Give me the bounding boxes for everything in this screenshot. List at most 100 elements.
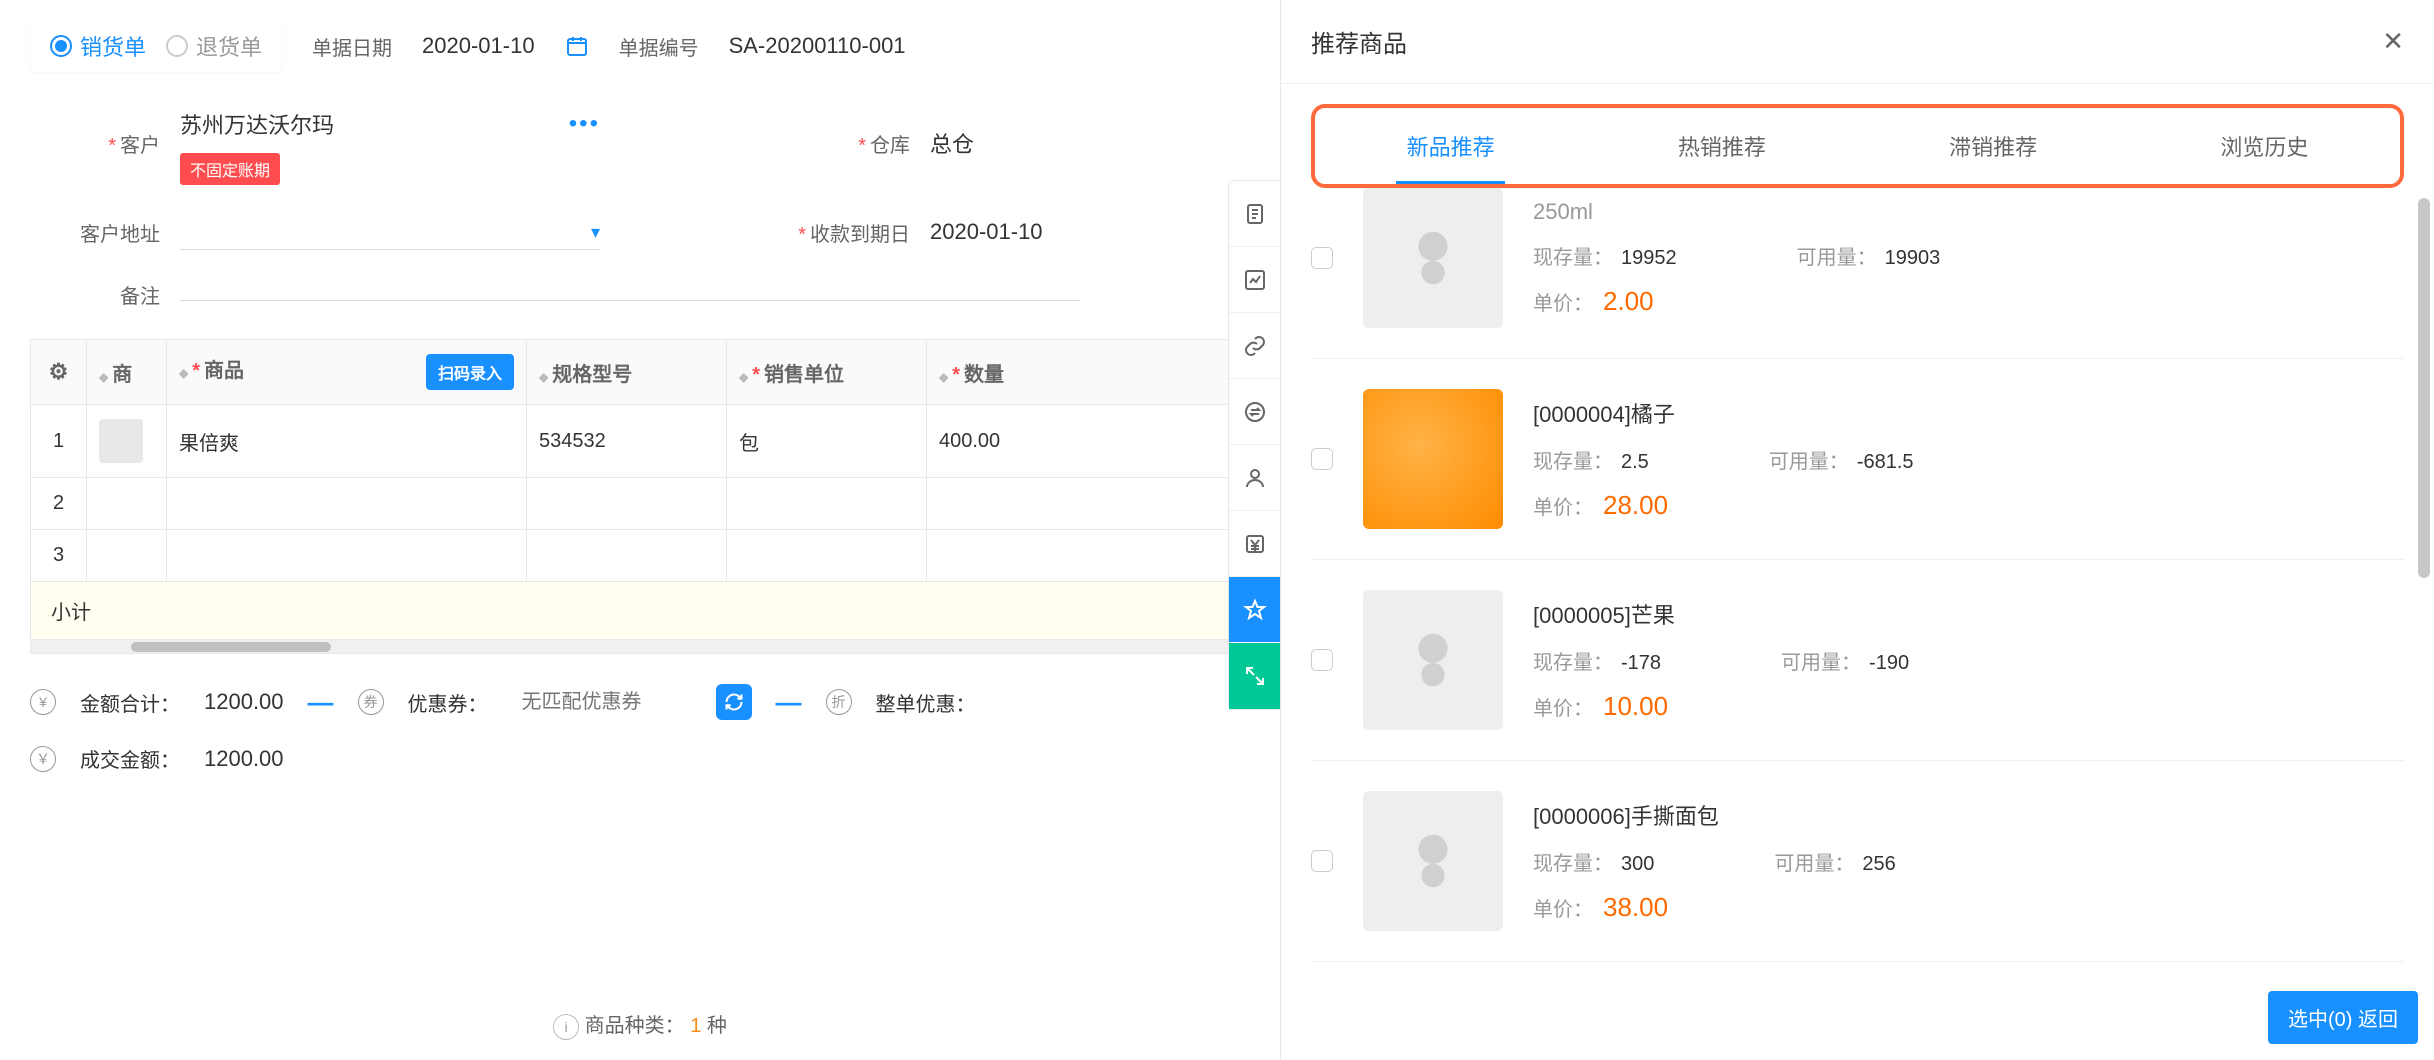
price-label: 单价： (1533, 497, 1593, 519)
price-value: 10.00 (1603, 691, 1668, 721)
row-spec[interactable] (527, 530, 727, 582)
col-unit[interactable]: ◆*销售单位 (727, 340, 927, 405)
row-qty[interactable]: 400.00 (927, 405, 1250, 478)
row-product[interactable]: 果倍爽 (167, 405, 527, 478)
discount-label: 整单优惠： (876, 688, 976, 717)
row-unit[interactable] (727, 478, 927, 530)
tab-hot-products[interactable]: 热销推荐 (1586, 116, 1857, 176)
item-name: 250ml (1533, 199, 2404, 225)
row-unit[interactable]: 包 (727, 405, 927, 478)
rail-link-icon[interactable] (1229, 313, 1281, 379)
address-input[interactable]: ▾ (180, 216, 600, 250)
item-image (1363, 791, 1503, 931)
row-qty[interactable] (927, 478, 1250, 530)
avail-value: -681.5 (1857, 451, 1914, 473)
stock-value: -178 (1621, 652, 1661, 674)
rail-expand-icon[interactable] (1229, 643, 1281, 709)
rail-currency-icon[interactable] (1229, 511, 1281, 577)
customer-label: *客户 (30, 129, 160, 158)
avail-value: -190 (1869, 652, 1909, 674)
rail-doc-icon[interactable] (1229, 181, 1281, 247)
col-spec[interactable]: ◆规格型号 (527, 340, 727, 405)
table-row[interactable]: 3 (31, 530, 1250, 582)
table-row[interactable]: 1 果倍爽534532包400.00 (31, 405, 1250, 478)
price-value: 28.00 (1603, 490, 1668, 520)
remark-input[interactable] (180, 288, 1080, 301)
col-gear[interactable]: ⚙ (31, 340, 87, 405)
radio-checked-icon (50, 35, 72, 57)
side-icon-rail (1228, 180, 1282, 710)
tab-history[interactable]: 浏览历史 (2129, 116, 2400, 176)
address-label: 客户地址 (30, 218, 160, 247)
close-icon[interactable]: ✕ (2382, 26, 2404, 57)
customer-value: 苏州万达沃尔玛 (180, 108, 334, 140)
return-order-radio[interactable]: 退货单 (166, 30, 262, 62)
row-index: 2 (31, 478, 87, 530)
warehouse-value: 总仓 (930, 127, 974, 159)
calendar-icon[interactable] (565, 34, 589, 58)
rail-star-icon[interactable] (1229, 577, 1281, 643)
item-checkbox[interactable] (1311, 448, 1333, 470)
horizontal-scrollbar[interactable] (30, 640, 1250, 654)
col-qty[interactable]: ◆*数量 (927, 340, 1250, 405)
row-index: 3 (31, 530, 87, 582)
final-amount-value: 1200.00 (204, 746, 284, 772)
customer-lookup-icon[interactable]: ••• (569, 110, 600, 138)
recommend-item: [0000006]手撕面包现存量：300可用量：256单价：38.00 (1311, 761, 2404, 962)
coupon-icon: 券 (358, 689, 384, 715)
chevron-down-icon[interactable]: ▾ (591, 222, 600, 243)
item-name: [0000004]橘子 (1533, 397, 2404, 429)
due-date-value: 2020-01-10 (930, 219, 1043, 245)
due-date-input[interactable]: 2020-01-10 (930, 213, 1250, 252)
line-items-table: ⚙ ◆商 ◆*商品扫码录入 ◆规格型号 ◆*销售单位 ◆*数量 1 果倍爽5345… (30, 339, 1250, 640)
rail-user-icon[interactable] (1229, 445, 1281, 511)
sales-order-radio[interactable]: 销货单 (50, 30, 146, 62)
stock-value: 300 (1621, 853, 1654, 875)
stock-label: 现存量： (1533, 247, 1613, 269)
warehouse-input[interactable]: 总仓 (930, 121, 1250, 166)
col-thumb[interactable]: ◆商 (87, 340, 167, 405)
refresh-coupon-button[interactable] (716, 684, 752, 720)
item-image (1363, 389, 1503, 529)
footer-summary: i 商品种类： 1 种 (0, 1009, 1280, 1040)
row-product[interactable] (167, 478, 527, 530)
selected-return-button[interactable]: 选中(0) 返回 (2268, 991, 2418, 1044)
price-label: 单价： (1533, 899, 1593, 921)
scan-input-button[interactable]: 扫码录入 (426, 354, 514, 390)
rail-chart-icon[interactable] (1229, 247, 1281, 313)
item-image (1363, 590, 1503, 730)
row-spec[interactable]: 534532 (527, 405, 727, 478)
row-unit[interactable] (727, 530, 927, 582)
return-order-label: 退货单 (196, 30, 262, 62)
item-checkbox[interactable] (1311, 850, 1333, 872)
minus-icon: — (308, 687, 334, 718)
coupon-label: 优惠券： (408, 688, 488, 717)
avail-label: 可用量： (1769, 451, 1849, 473)
customer-tag: 不固定账期 (180, 153, 280, 185)
sales-order-label: 销货单 (80, 30, 146, 62)
row-product[interactable] (167, 530, 527, 582)
row-spec[interactable] (527, 478, 727, 530)
row-thumb (87, 478, 167, 530)
item-checkbox[interactable] (1311, 247, 1333, 269)
row-thumb (87, 405, 167, 478)
stock-label: 现存量： (1533, 853, 1613, 875)
stock-label: 现存量： (1533, 451, 1613, 473)
tab-slow-products[interactable]: 滞销推荐 (1858, 116, 2129, 176)
tab-new-products[interactable]: 新品推荐 (1315, 116, 1586, 176)
doc-date-value[interactable]: 2020-01-10 (422, 33, 535, 59)
row-index: 1 (31, 405, 87, 478)
row-qty[interactable] (927, 530, 1250, 582)
vertical-scrollbar[interactable] (2418, 198, 2430, 578)
rail-swap-icon[interactable] (1229, 379, 1281, 445)
stock-label: 现存量： (1533, 652, 1613, 674)
customer-input[interactable]: 苏州万达沃尔玛 ••• (180, 102, 600, 147)
item-checkbox[interactable] (1311, 649, 1333, 671)
table-row[interactable]: 2 (31, 478, 1250, 530)
avail-label: 可用量： (1774, 853, 1854, 875)
order-type-tabs: 销货单 退货单 (30, 20, 282, 72)
col-product[interactable]: ◆*商品扫码录入 (167, 340, 527, 405)
amount-total-value: 1200.00 (204, 689, 284, 715)
coupon-input[interactable] (512, 685, 692, 720)
stock-value: 2.5 (1621, 451, 1649, 473)
